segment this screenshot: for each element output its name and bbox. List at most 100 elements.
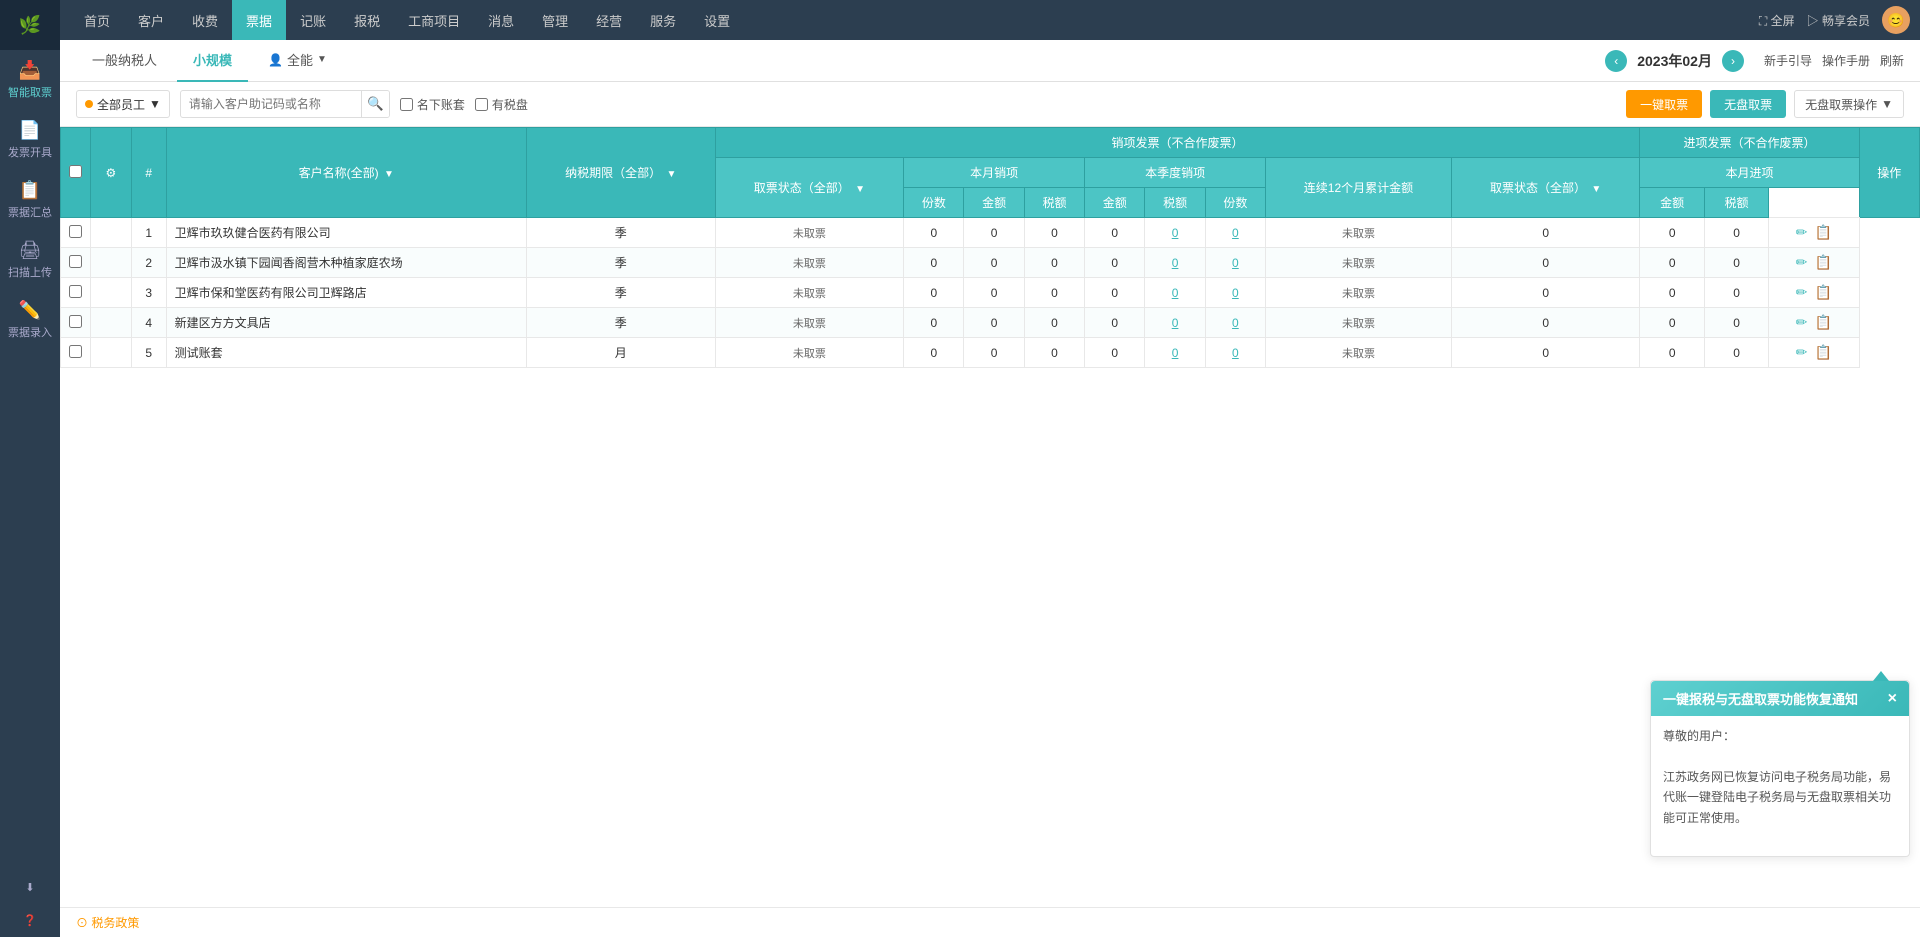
edit-icon[interactable]: ✏: [1796, 344, 1808, 360]
tab-small[interactable]: 小规模: [177, 40, 248, 82]
sidebar-item-invoice-entry[interactable]: ✏️ 票据录入: [0, 290, 60, 350]
cumulative-link[interactable]: 0: [1232, 286, 1239, 300]
row-client: 卫辉市汲水镇下园闻香阁营木种植家庭农场: [166, 248, 526, 278]
nav-service[interactable]: 服务: [636, 0, 690, 40]
nav-tax[interactable]: 报税: [340, 0, 394, 40]
my-account-checkbox[interactable]: [400, 98, 413, 111]
row-num: 4: [131, 308, 166, 338]
sidebar-item-smart-fetch[interactable]: 📥 智能取票: [0, 50, 60, 110]
row-select-checkbox[interactable]: [69, 225, 82, 238]
row-settings: [91, 338, 132, 368]
sidebar-item-help[interactable]: ❓: [0, 904, 60, 937]
edit-icon[interactable]: ✏: [1796, 314, 1808, 330]
employee-filter[interactable]: 全部员工 ▼: [76, 90, 170, 118]
row-client: 卫辉市保和堂医药有限公司卫辉路店: [166, 278, 526, 308]
col-out-m-count: 份数: [904, 188, 964, 218]
search-box: 🔍: [180, 90, 390, 118]
col-ops: 操作: [1859, 128, 1919, 218]
view-icon[interactable]: 📋: [1815, 224, 1832, 240]
tab-general[interactable]: 一般纳税人: [76, 40, 173, 82]
employee-filter-chevron: ▼: [149, 97, 161, 111]
row-select-checkbox[interactable]: [69, 345, 82, 358]
nav-accounting[interactable]: 记账: [286, 0, 340, 40]
row-select-checkbox[interactable]: [69, 255, 82, 268]
nav-message[interactable]: 消息: [474, 0, 528, 40]
client-filter-icon[interactable]: ▼: [384, 169, 394, 180]
tax-policy-link[interactable]: ⊙ 税务政策: [76, 914, 139, 931]
nav-operation[interactable]: 经营: [582, 0, 636, 40]
nav-billing[interactable]: 收费: [178, 0, 232, 40]
row-select-checkbox[interactable]: [69, 285, 82, 298]
out-q-tax-link[interactable]: 0: [1172, 316, 1179, 330]
view-icon[interactable]: 📋: [1815, 344, 1832, 360]
row-checkbox[interactable]: [61, 218, 91, 248]
search-button[interactable]: 🔍: [361, 90, 389, 118]
period-filter-icon[interactable]: ▼: [666, 169, 676, 180]
out-q-tax-link[interactable]: 0: [1172, 256, 1179, 270]
date-display: 2023年02月: [1637, 51, 1712, 71]
view-icon[interactable]: 📋: [1815, 284, 1832, 300]
cumulative-link[interactable]: 0: [1232, 256, 1239, 270]
user-avatar[interactable]: 😊: [1882, 6, 1910, 34]
cumulative-link[interactable]: 0: [1232, 346, 1239, 360]
row-in-m-count: 0: [1451, 338, 1640, 368]
row-in-m-count: 0: [1451, 308, 1640, 338]
row-checkbox[interactable]: [61, 248, 91, 278]
guide-btn[interactable]: 新手引导: [1764, 52, 1812, 69]
out-q-tax-link[interactable]: 0: [1172, 226, 1179, 240]
sidebar-item-label: 票据录入: [8, 324, 52, 340]
nav-client[interactable]: 客户: [124, 0, 178, 40]
notification-close-btn[interactable]: ×: [1888, 690, 1897, 708]
main-container: 首页 客户 收费 票据 记账 报税 工商项目 消息 管理 经营 服务 设置 ⛶ …: [60, 0, 1920, 937]
row-checkbox[interactable]: [61, 278, 91, 308]
has-tax-checkbox[interactable]: [475, 98, 488, 111]
sidebar-item-issue-invoice[interactable]: 📄 发票开具: [0, 110, 60, 170]
edit-icon[interactable]: ✏: [1796, 224, 1808, 240]
member-btn[interactable]: ▷ 畅享会员: [1807, 12, 1870, 29]
search-input[interactable]: [181, 97, 361, 111]
date-prev-btn[interactable]: ‹: [1605, 50, 1627, 72]
edit-icon[interactable]: ✏: [1796, 254, 1808, 270]
sidebar-item-invoice-summary[interactable]: 📋 票据汇总: [0, 170, 60, 230]
nav-home[interactable]: 首页: [70, 0, 124, 40]
view-icon[interactable]: 📋: [1815, 254, 1832, 270]
topnav-right: ⛶ 全屏 ▷ 畅享会员 😊: [1759, 6, 1910, 34]
diskless-ops-btn[interactable]: 无盘取票操作 ▼: [1794, 90, 1904, 118]
notification-scroll[interactable]: 尊敬的用户： 江苏政务网已恢复访问电子税务局功能，易代账一键登陆电子税务局与无盘…: [1663, 726, 1897, 846]
sidebar-item-scan-upload[interactable]: 🖨 扫描上传: [0, 230, 60, 290]
nav-settings[interactable]: 设置: [690, 0, 744, 40]
edit-icon[interactable]: ✏: [1796, 284, 1808, 300]
date-next-btn[interactable]: ›: [1722, 50, 1744, 72]
fetch-in-filter-icon[interactable]: ▼: [1591, 184, 1601, 195]
sidebar-item-download[interactable]: ⬇: [0, 871, 60, 904]
diskless-fetch-btn[interactable]: 无盘取票: [1710, 90, 1786, 118]
out-q-tax-link[interactable]: 0: [1172, 346, 1179, 360]
notification-popup: 一键报税与无盘取票功能恢复通知 × 尊敬的用户： 江苏政务网已恢复访问电子税务局…: [1650, 680, 1910, 857]
out-q-tax-link[interactable]: 0: [1172, 286, 1179, 300]
cumulative-link[interactable]: 0: [1232, 316, 1239, 330]
tab-all[interactable]: 👤 全能 ▼: [252, 40, 343, 82]
fullscreen-btn[interactable]: ⛶ 全屏: [1759, 12, 1795, 29]
toolbar-right: 一键取票 无盘取票 无盘取票操作 ▼: [1626, 90, 1904, 118]
manual-btn[interactable]: 操作手册: [1822, 52, 1870, 69]
one-key-fetch-btn[interactable]: 一键取票: [1626, 90, 1702, 118]
cumulative-link[interactable]: 0: [1232, 226, 1239, 240]
row-out-m-tax: 0: [1024, 278, 1084, 308]
row-in-m-tax: 0: [1704, 248, 1768, 278]
refresh-btn[interactable]: 刷新: [1880, 52, 1904, 69]
nav-invoice[interactable]: 票据: [232, 0, 286, 40]
nav-manage[interactable]: 管理: [528, 0, 582, 40]
row-num: 3: [131, 278, 166, 308]
select-all-checkbox[interactable]: [69, 165, 82, 178]
row-checkbox[interactable]: [61, 308, 91, 338]
notification-title: 一键报税与无盘取票功能恢复通知: [1663, 689, 1858, 708]
diskless-ops-label: 无盘取票操作: [1805, 96, 1877, 113]
my-account-filter[interactable]: 名下账套: [400, 96, 465, 113]
fetch-out-filter-icon[interactable]: ▼: [855, 184, 865, 195]
row-select-checkbox[interactable]: [69, 315, 82, 328]
view-icon[interactable]: 📋: [1815, 314, 1832, 330]
row-checkbox[interactable]: [61, 338, 91, 368]
has-tax-filter[interactable]: 有税盘: [475, 96, 528, 113]
row-out-q-amount: 0: [1085, 278, 1145, 308]
nav-business[interactable]: 工商项目: [394, 0, 474, 40]
